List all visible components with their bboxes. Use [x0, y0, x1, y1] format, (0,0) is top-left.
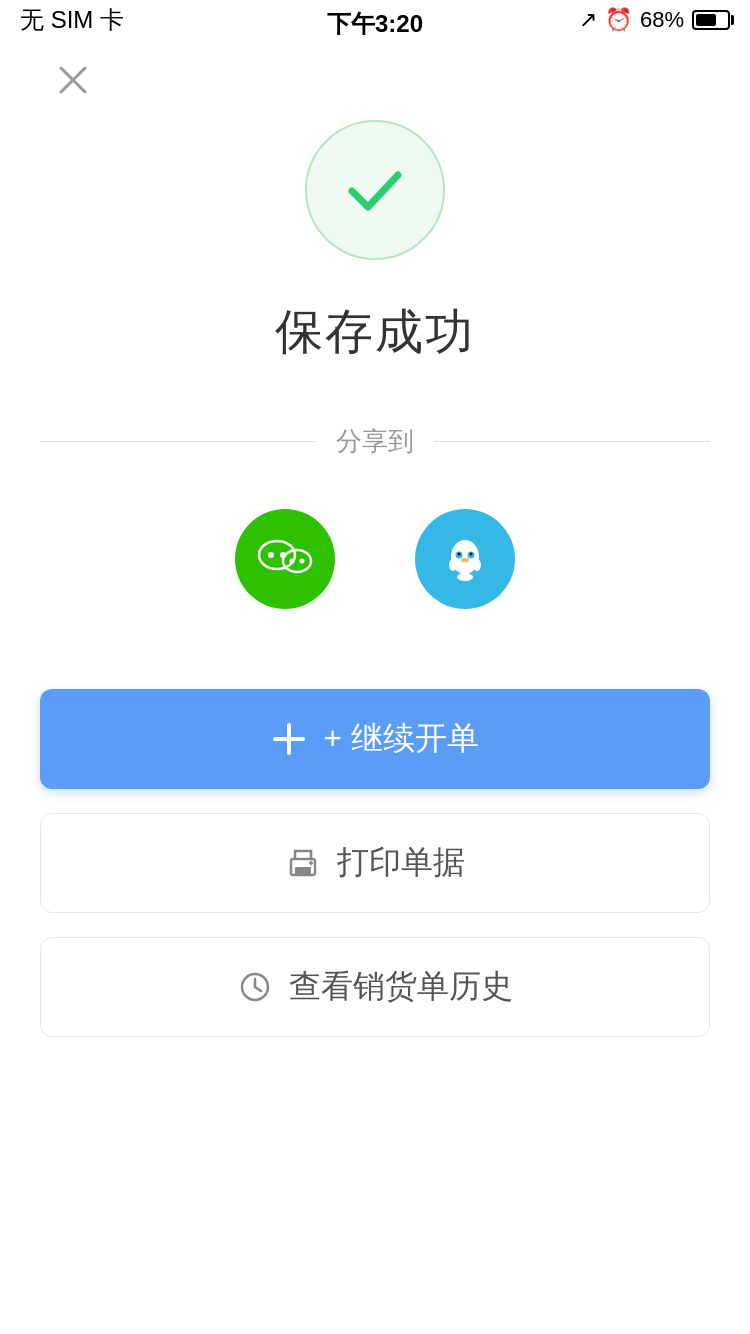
divider-left [40, 441, 316, 442]
svg-point-14 [461, 558, 469, 562]
carrier-text: 无 SIM 卡 [20, 4, 124, 36]
print-button[interactable]: 打印单据 [40, 813, 710, 913]
success-icon-circle [305, 120, 445, 260]
svg-point-17 [457, 573, 473, 581]
printer-icon [285, 845, 321, 881]
battery-icon [692, 10, 730, 30]
svg-point-3 [283, 550, 311, 572]
battery-icon-container [692, 10, 730, 30]
svg-point-13 [470, 553, 473, 556]
status-left: 无 SIM 卡 [20, 4, 132, 36]
share-label: 分享到 [336, 424, 414, 459]
status-time: 下午3:20 [327, 8, 423, 40]
close-button[interactable] [48, 55, 98, 105]
action-buttons: + 继续开单 打印单据 查看销货单历史 [0, 649, 750, 1037]
wechat-share-button[interactable] [235, 509, 335, 609]
svg-point-2 [259, 541, 295, 569]
success-title: 保存成功 [275, 300, 475, 364]
history-label: 查看销货单历史 [289, 965, 513, 1009]
continue-order-button[interactable]: + 继续开单 [40, 689, 710, 789]
svg-point-16 [473, 559, 481, 571]
checkmark-icon [340, 155, 410, 225]
svg-point-6 [290, 559, 295, 564]
clock-icon [237, 969, 273, 1005]
wechat-icon [255, 529, 315, 589]
svg-line-25 [255, 987, 261, 991]
battery-fill [696, 14, 716, 26]
location-icon: ↗ [579, 7, 597, 33]
share-section: 分享到 [0, 424, 750, 609]
svg-point-7 [300, 559, 305, 564]
share-divider: 分享到 [40, 424, 710, 459]
svg-point-5 [280, 552, 286, 558]
main-content: 保存成功 分享到 [0, 40, 750, 1037]
battery-percent: 68% [640, 7, 684, 33]
status-bar: 无 SIM 卡 下午3:20 ↗ ⏰ 68% [0, 0, 750, 40]
history-button[interactable]: 查看销货单历史 [40, 937, 710, 1037]
qq-icon [435, 529, 495, 589]
svg-point-4 [268, 552, 274, 558]
svg-point-22 [309, 861, 313, 865]
qq-share-button[interactable] [415, 509, 515, 609]
svg-rect-21 [295, 867, 311, 875]
plus-icon [271, 721, 307, 757]
divider-right [434, 441, 710, 442]
status-right: ↗ ⏰ 68% [579, 7, 730, 33]
continue-order-label: + 继续开单 [323, 717, 479, 761]
svg-point-12 [458, 553, 461, 556]
print-label: 打印单据 [337, 841, 465, 885]
alarm-icon: ⏰ [605, 7, 632, 33]
share-icons [40, 509, 710, 609]
svg-point-15 [449, 559, 457, 571]
